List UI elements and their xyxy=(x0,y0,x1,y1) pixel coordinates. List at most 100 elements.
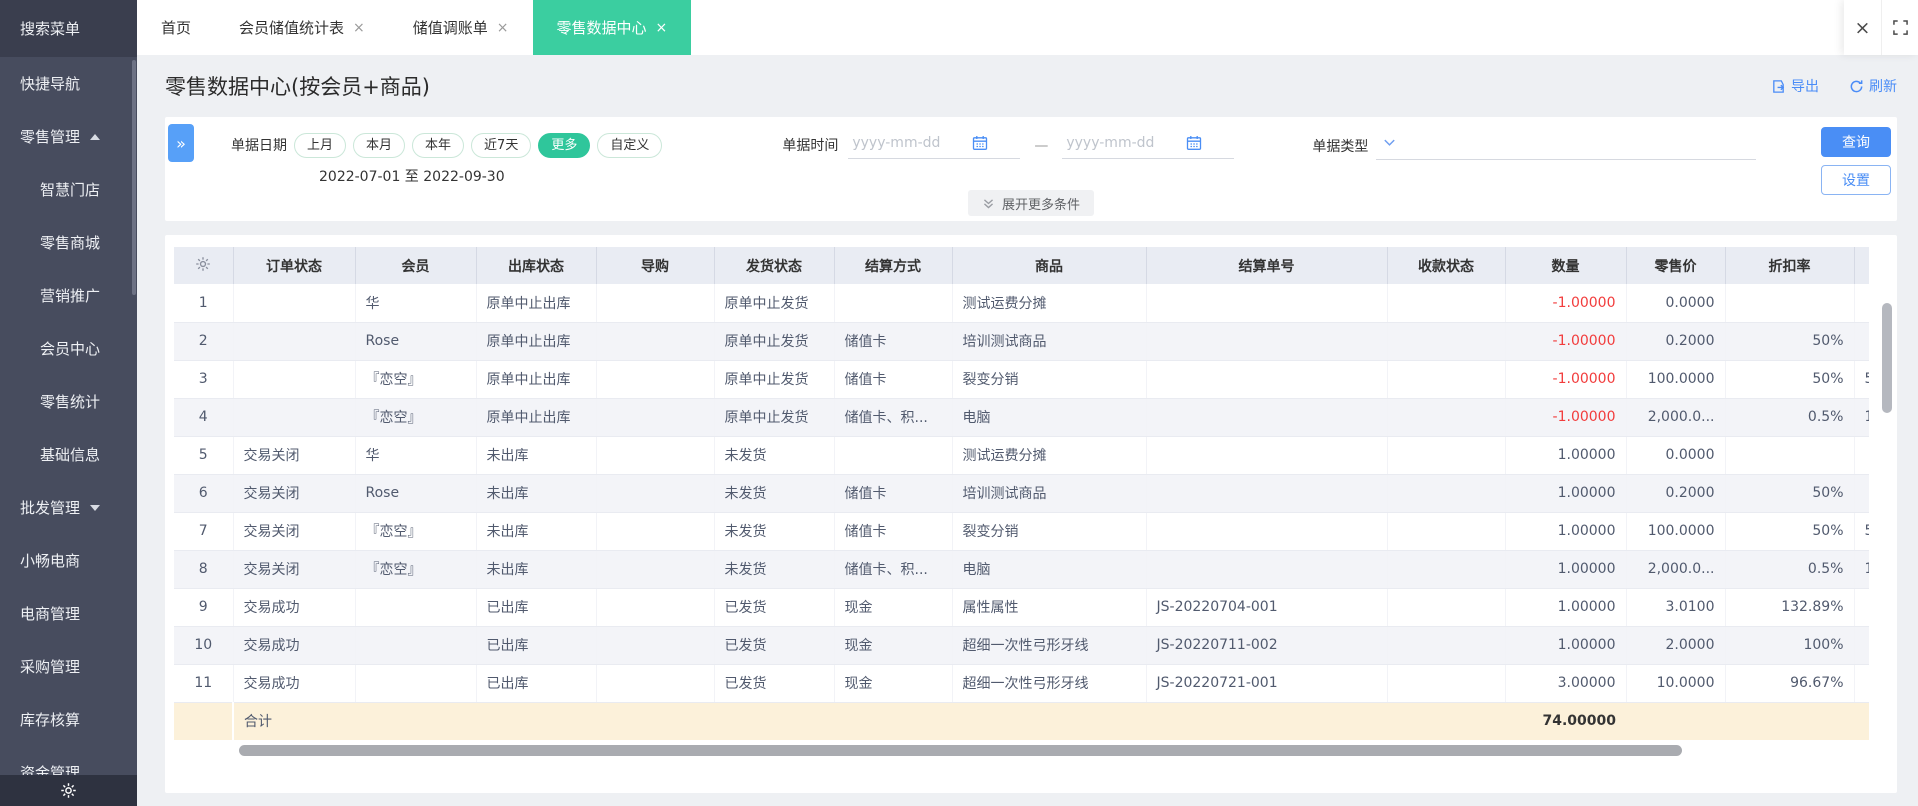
sidebar-item-基础信息[interactable]: 基础信息 xyxy=(0,428,137,481)
table-row[interactable]: 10 交易成功 已出库 已发货 现金 超细一次性弓形牙线 JS-20220711-002 1.… xyxy=(174,626,1869,665)
cell: 现金 xyxy=(834,626,953,665)
cell xyxy=(1854,664,1869,703)
cell: 1.00000 xyxy=(1505,588,1627,627)
cell xyxy=(1146,474,1388,513)
pill-上月[interactable]: 上月 xyxy=(294,133,347,158)
cell: -1.00000 xyxy=(1505,284,1627,323)
sidebar-scrollbar[interactable] xyxy=(132,60,136,295)
cell xyxy=(1387,360,1506,399)
column-settings-gear-icon[interactable] xyxy=(174,247,234,284)
search-button[interactable]: 查询 xyxy=(1821,127,1891,157)
cell: 1.00000 xyxy=(1505,512,1627,551)
pill-本年[interactable]: 本年 xyxy=(412,133,465,158)
pill-更多[interactable]: 更多 xyxy=(538,133,591,158)
column-header-收款状态: 收款状态 xyxy=(1387,247,1506,284)
table-row[interactable]: 8 交易关闭 『恋空』 未出库 未发货 储值卡、积... 电脑 1.00000 2,000.0.… xyxy=(174,550,1869,589)
vertical-scrollbar[interactable] xyxy=(1882,303,1892,413)
sidebar-item-库存核算[interactable]: 库存核算 xyxy=(0,693,137,746)
sidebar-item-label: 零售商城 xyxy=(40,234,101,252)
cell: 测试运费分摊 xyxy=(952,436,1147,475)
horizontal-scrollbar[interactable] xyxy=(239,745,1682,756)
expand-more-conditions-button[interactable]: 展开更多条件 xyxy=(967,190,1095,216)
time-to-field[interactable] xyxy=(1062,133,1235,159)
sidebar-item-零售管理[interactable]: 零售管理 xyxy=(0,110,137,163)
fullscreen-icon[interactable] xyxy=(1881,0,1918,55)
sidebar-item-搜索菜单[interactable]: 搜索菜单 xyxy=(0,0,137,57)
table-row[interactable]: 4 『恋空』 原单中止出库 原单中止发货 储值卡、积... 电脑 -1.00000 2,000… xyxy=(174,398,1869,437)
cell: 测试运费分摊 xyxy=(952,284,1147,323)
cell: 未发货 xyxy=(714,550,835,589)
calendar-icon[interactable] xyxy=(1186,135,1202,151)
cell xyxy=(596,550,715,589)
sidebar-item-零售商城[interactable]: 零售商城 xyxy=(0,216,137,269)
cell xyxy=(355,626,477,665)
pill-自定义[interactable]: 自定义 xyxy=(597,133,663,158)
tab-储值调账单[interactable]: 储值调账单 × xyxy=(389,0,533,55)
time-to-input[interactable] xyxy=(1066,135,1187,151)
settings-button[interactable]: 设置 xyxy=(1821,165,1891,195)
doc-type-select[interactable] xyxy=(1376,133,1757,160)
sidebar-item-零售统计[interactable]: 零售统计 xyxy=(0,375,137,428)
sidebar-item-电商管理[interactable]: 电商管理 xyxy=(0,587,137,640)
calendar-icon[interactable] xyxy=(972,135,988,151)
expand-more-label: 展开更多条件 xyxy=(1001,197,1081,213)
cell xyxy=(1146,702,1387,740)
tab-label: 零售数据中心 xyxy=(556,19,647,37)
table-row[interactable]: 2 Rose 原单中止出库 原单中止发货 储值卡 培训测试商品 -1.00000 0.2000… xyxy=(174,322,1869,361)
sidebar-item-智慧门店[interactable]: 智慧门店 xyxy=(0,163,137,216)
sidebar-item-会员中心[interactable]: 会员中心 xyxy=(0,322,137,375)
refresh-button[interactable]: 刷新 xyxy=(1849,76,1897,96)
tab-close-icon[interactable]: × xyxy=(353,20,365,36)
cell: 5 xyxy=(1854,512,1869,551)
sidebar-item-label: 电商管理 xyxy=(20,605,81,623)
collapse-filter-button[interactable]: » xyxy=(168,124,194,162)
date-filter-group: 单据日期 上月 本月 本年 近7天 更多 自定义 2022-07-01 至 2022-09… xyxy=(231,133,663,186)
tab-close-icon[interactable]: × xyxy=(656,20,668,36)
cell: 超细一次性弓形牙线 xyxy=(952,664,1147,703)
cell: 未出库 xyxy=(476,550,597,589)
export-button[interactable]: 导出 xyxy=(1771,76,1819,96)
cell: 1.00000 xyxy=(1505,436,1627,475)
cell: 原单中止发货 xyxy=(714,284,835,323)
tab-会员储值统计表[interactable]: 会员储值统计表 × xyxy=(215,0,389,55)
cell: 储值卡、积... xyxy=(834,550,953,589)
time-from-input[interactable] xyxy=(852,135,973,151)
cell xyxy=(1725,702,1854,740)
pill-本月[interactable]: 本月 xyxy=(353,133,406,158)
chevron-down-icon xyxy=(1382,135,1397,150)
table-row[interactable]: 7 交易关闭 『恋空』 未出库 未发货 储值卡 裂变分销 1.00000 100.0000 50%… xyxy=(174,512,1869,551)
cell: 3.00000 xyxy=(1505,664,1627,703)
cell xyxy=(233,322,356,361)
close-icon[interactable]: × xyxy=(1844,0,1881,55)
date-filter-label: 单据日期 xyxy=(231,138,287,154)
cell: 原单中止出库 xyxy=(476,284,597,323)
tab-零售数据中心[interactable]: 零售数据中心 × xyxy=(532,0,692,55)
table-row[interactable]: 9 交易成功 已出库 已发货 现金 属性属性 JS-20220704-001 1.00000 3… xyxy=(174,588,1869,627)
cell: 3.0100 xyxy=(1626,588,1726,627)
expand-arrow-icon xyxy=(90,504,101,511)
time-from-field[interactable] xyxy=(848,133,1021,159)
table-row[interactable]: 5 交易关闭华未出库 未发货 测试运费分摊 1.00000 0.0000 xyxy=(174,436,1869,475)
cell xyxy=(834,436,953,475)
filter-buttons: 查询 设置 xyxy=(1821,127,1891,195)
sidebar-item-营销推广[interactable]: 营销推广 xyxy=(0,269,137,322)
table-row[interactable]: 1 华原单中止出库 原单中止发货 测试运费分摊 -1.00000 0.0000 xyxy=(174,284,1869,323)
sidebar-item-采购管理[interactable]: 采购管理 xyxy=(0,640,137,693)
cell: 10 xyxy=(174,626,234,665)
table-row[interactable]: 11 交易成功 已出库 已发货 现金 超细一次性弓形牙线 JS-20220721-001 3.… xyxy=(174,664,1869,703)
cell: 原单中止出库 xyxy=(476,398,597,437)
cell: 11 xyxy=(174,664,234,703)
table-row[interactable]: 3 『恋空』 原单中止出库 原单中止发货 储值卡 裂变分销 -1.00000 100.0000… xyxy=(174,360,1869,399)
cell: 已出库 xyxy=(476,626,597,665)
table-panel: 订单状态 会员 出库状态 导购 发货状态 结算方式 商品 结算单号 收款状态 数量 零售价 折扣率 1… xyxy=(165,235,1897,793)
tab-close-icon[interactable]: × xyxy=(497,20,509,36)
column-header-结算单号: 结算单号 xyxy=(1146,247,1388,284)
pill-近7天[interactable]: 近7天 xyxy=(471,133,532,158)
sidebar-settings-bar[interactable] xyxy=(0,775,137,806)
sidebar-item-小畅电商[interactable]: 小畅电商 xyxy=(0,534,137,587)
tab-首页[interactable]: 首页 xyxy=(137,0,215,55)
table-row[interactable]: 6 交易关闭 Rose 未出库 未发货 储值卡 培训测试商品 1.00000 0.2000 50% xyxy=(174,474,1869,513)
collapse-arrow-icon xyxy=(90,133,101,140)
sidebar-item-快捷导航[interactable]: 快捷导航 xyxy=(0,57,137,110)
sidebar-item-批发管理[interactable]: 批发管理 xyxy=(0,481,137,534)
